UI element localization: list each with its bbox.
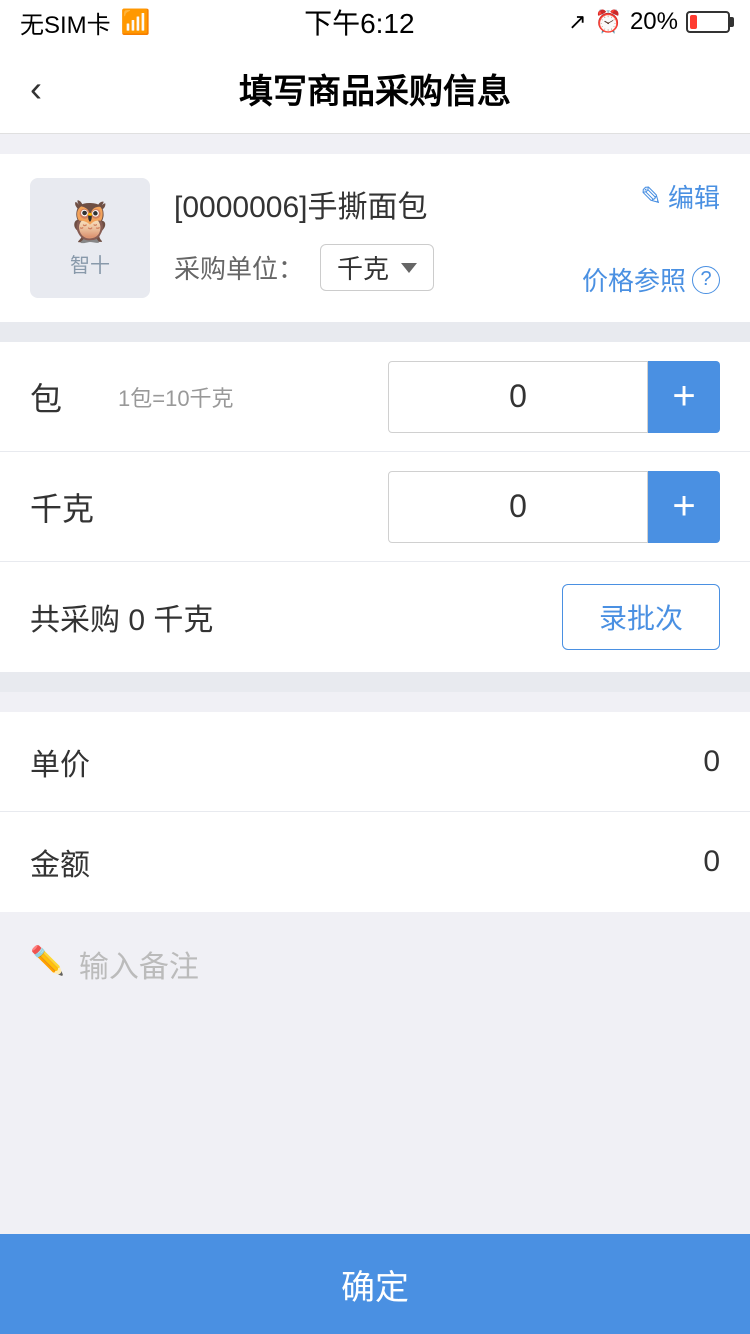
carrier-label: 无SIM卡	[20, 5, 111, 40]
edit-icon: ✎	[640, 181, 662, 212]
status-time: 下午6:12	[304, 2, 415, 42]
unit-label: 采购单位：	[174, 249, 304, 286]
section-divider-1	[0, 322, 750, 342]
bag-input-row: 包 1包=10千克 0 +	[0, 342, 750, 452]
bag-input-right: 0 +	[388, 361, 720, 433]
amount-label: 金额	[30, 840, 90, 884]
nav-bar: ‹ 填写商品采购信息	[0, 44, 750, 134]
kg-plus-button[interactable]: +	[648, 471, 720, 543]
back-button[interactable]: ‹	[30, 68, 42, 110]
record-batch-button[interactable]: 录批次	[562, 584, 720, 650]
total-label: 共采购 0 千克	[30, 595, 213, 639]
bag-sublabel: 1包=10千克	[118, 381, 388, 413]
kg-input-right: 0 +	[388, 471, 720, 543]
amount-row: 金额 0	[0, 812, 750, 912]
status-right: ↗ ⏰ 20%	[568, 8, 730, 36]
product-image-text: 智十	[70, 249, 110, 278]
battery-percent: 20%	[630, 8, 678, 36]
price-ref-icon: ?	[692, 266, 720, 294]
page-title: 填写商品采购信息	[239, 64, 511, 113]
price-ref-label: 价格参照	[582, 261, 686, 298]
chevron-down-icon	[401, 263, 417, 273]
product-image: 🦉 智十	[30, 178, 150, 298]
total-label-text: 共采购	[30, 604, 120, 637]
total-value: 0	[128, 604, 145, 637]
confirm-button[interactable]: 确定	[0, 1234, 750, 1334]
status-left: 无SIM卡 📶	[20, 5, 151, 40]
unit-price-label: 单价	[30, 740, 90, 784]
unit-price-row: 单价 0	[0, 712, 750, 812]
location-icon: ↗	[568, 9, 586, 35]
kg-label: 千克	[30, 484, 110, 530]
price-ref-button[interactable]: 价格参照 ?	[582, 261, 720, 298]
total-row: 共采购 0 千克 录批次	[0, 562, 750, 672]
total-unit: 千克	[153, 604, 213, 637]
bag-label: 包	[30, 374, 110, 420]
kg-input-row: 千克 0 +	[0, 452, 750, 562]
unit-price-value: 0	[703, 745, 720, 779]
kg-quantity-input[interactable]: 0	[388, 471, 648, 543]
bag-quantity-input[interactable]: 0	[388, 361, 648, 433]
notes-section[interactable]: ✏️ 输入备注	[0, 912, 750, 1212]
battery-fill	[690, 15, 697, 29]
price-section: 单价 0 金额 0	[0, 712, 750, 912]
edit-button[interactable]: ✎ 编辑	[640, 178, 720, 215]
notes-placeholder: 输入备注	[79, 942, 199, 986]
product-card: 🦉 智十 [0000006]手撕面包 采购单位： 千克 ✎ 编辑 价格参照 ?	[0, 154, 750, 322]
alarm-icon: ⏰	[595, 9, 622, 35]
input-section: 包 1包=10千克 0 + 千克 0 +	[0, 342, 750, 562]
product-owl-icon: 🦉	[65, 198, 115, 245]
unit-value: 千克	[337, 249, 389, 286]
confirm-label: 确定	[341, 1260, 409, 1309]
unit-select[interactable]: 千克	[320, 244, 434, 291]
section-divider-2	[0, 672, 750, 692]
pencil-icon: ✏️	[30, 944, 65, 977]
status-bar: 无SIM卡 📶 下午6:12 ↗ ⏰ 20%	[0, 0, 750, 44]
wifi-icon: 📶	[121, 8, 151, 37]
edit-label: 编辑	[668, 178, 720, 215]
amount-value: 0	[703, 845, 720, 879]
bag-plus-button[interactable]: +	[648, 361, 720, 433]
product-name: [0000006]手撕面包	[174, 182, 720, 226]
battery-icon	[686, 11, 730, 33]
